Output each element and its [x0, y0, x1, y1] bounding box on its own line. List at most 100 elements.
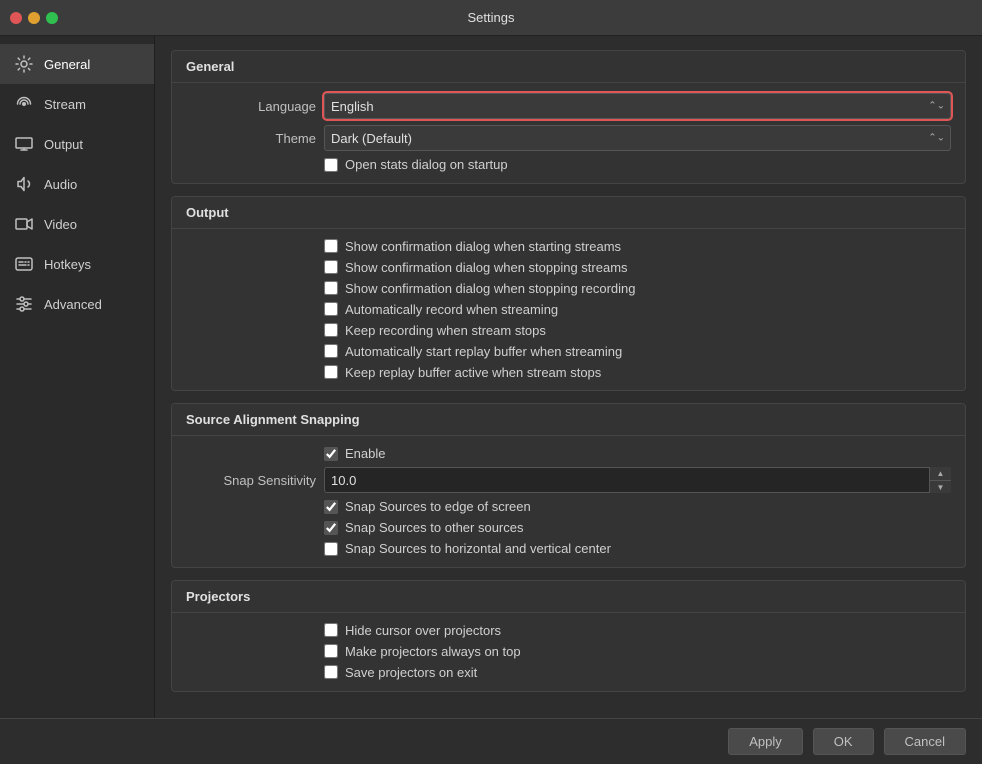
general-section: General Language English Theme Dark (Def… — [171, 50, 966, 184]
sidebar-item-audio[interactable]: Audio — [0, 164, 154, 204]
spinbox-up[interactable]: ▲ — [930, 467, 951, 481]
general-icon — [14, 54, 34, 74]
maximize-button[interactable] — [46, 12, 58, 24]
audio-icon — [14, 174, 34, 194]
always-top-row: Make projectors always on top — [186, 644, 951, 659]
language-row: Language English — [186, 93, 951, 119]
output-section-body: Show confirmation dialog when starting s… — [172, 229, 965, 391]
open-stats-label: Open stats dialog on startup — [345, 157, 508, 172]
sidebar-item-advanced[interactable]: Advanced — [0, 284, 154, 324]
main-content: General Language English Theme Dark (Def… — [155, 36, 982, 718]
snapping-section-body: Enable Snap Sensitivity ▲ ▼ Snap Sources… — [172, 436, 965, 568]
open-stats-checkbox[interactable] — [324, 158, 338, 172]
sidebar: General Stream Output — [0, 36, 155, 718]
keep-replay-checkbox[interactable] — [324, 365, 338, 379]
sidebar-item-video[interactable]: Video — [0, 204, 154, 244]
theme-label: Theme — [186, 131, 316, 146]
output-section: Output Show confirmation dialog when sta… — [171, 196, 966, 391]
auto-record-label: Automatically record when streaming — [345, 302, 558, 317]
sidebar-item-output[interactable]: Output — [0, 124, 154, 164]
snap-center-checkbox[interactable] — [324, 542, 338, 556]
sidebar-label-audio: Audio — [44, 177, 77, 192]
confirm-stop-checkbox[interactable] — [324, 260, 338, 274]
theme-row: Theme Dark (Default) — [186, 125, 951, 151]
confirm-start-label: Show confirmation dialog when starting s… — [345, 239, 621, 254]
sensitivity-input[interactable] — [324, 467, 951, 493]
keep-recording-checkbox[interactable] — [324, 323, 338, 337]
output-checkbox-row-1: Show confirmation dialog when stopping s… — [186, 260, 951, 275]
save-exit-label: Save projectors on exit — [345, 665, 477, 680]
keep-replay-label: Keep replay buffer active when stream st… — [345, 365, 601, 380]
auto-record-checkbox[interactable] — [324, 302, 338, 316]
output-checkbox-row-6: Keep replay buffer active when stream st… — [186, 365, 951, 380]
minimize-button[interactable] — [28, 12, 40, 24]
output-checkbox-row-0: Show confirmation dialog when starting s… — [186, 239, 951, 254]
always-top-label: Make projectors always on top — [345, 644, 521, 659]
spinbox-arrows: ▲ ▼ — [929, 467, 951, 493]
projectors-section: Projectors Hide cursor over projectors M… — [171, 580, 966, 692]
output-icon — [14, 134, 34, 154]
cancel-button[interactable]: Cancel — [884, 728, 966, 755]
sensitivity-row: Snap Sensitivity ▲ ▼ — [186, 467, 951, 493]
sidebar-item-stream[interactable]: Stream — [0, 84, 154, 124]
sidebar-item-general[interactable]: General — [0, 44, 154, 84]
title-bar: Settings — [0, 0, 982, 36]
sidebar-label-general: General — [44, 57, 90, 72]
hide-cursor-row: Hide cursor over projectors — [186, 623, 951, 638]
sensitivity-spinbox[interactable]: ▲ ▼ — [324, 467, 951, 493]
confirm-stop-label: Show confirmation dialog when stopping s… — [345, 260, 628, 275]
general-section-header: General — [172, 51, 965, 83]
snap-sources-checkbox[interactable] — [324, 521, 338, 535]
output-section-header: Output — [172, 197, 965, 229]
confirm-stop-rec-label: Show confirmation dialog when stopping r… — [345, 281, 636, 296]
snap-edge-checkbox[interactable] — [324, 500, 338, 514]
keep-recording-label: Keep recording when stream stops — [345, 323, 546, 338]
traffic-lights — [10, 12, 58, 24]
confirm-stop-rec-checkbox[interactable] — [324, 281, 338, 295]
output-checkbox-row-5: Automatically start replay buffer when s… — [186, 344, 951, 359]
language-select-wrapper[interactable]: English — [324, 93, 951, 119]
always-top-checkbox[interactable] — [324, 644, 338, 658]
sidebar-label-advanced: Advanced — [44, 297, 102, 312]
output-checkbox-row-4: Keep recording when stream stops — [186, 323, 951, 338]
hide-cursor-label: Hide cursor over projectors — [345, 623, 501, 638]
sidebar-label-output: Output — [44, 137, 83, 152]
window-title: Settings — [468, 10, 515, 25]
snap-edge-label: Snap Sources to edge of screen — [345, 499, 531, 514]
language-label: Language — [186, 99, 316, 114]
sidebar-label-hotkeys: Hotkeys — [44, 257, 91, 272]
output-checkbox-row-2: Show confirmation dialog when stopping r… — [186, 281, 951, 296]
sidebar-label-stream: Stream — [44, 97, 86, 112]
spinbox-down[interactable]: ▼ — [930, 481, 951, 494]
snap-sources-row: Snap Sources to other sources — [186, 520, 951, 535]
enable-snap-label: Enable — [345, 446, 385, 461]
video-icon — [14, 214, 34, 234]
auto-replay-label: Automatically start replay buffer when s… — [345, 344, 622, 359]
projectors-section-header: Projectors — [172, 581, 965, 613]
apply-button[interactable]: Apply — [728, 728, 803, 755]
stream-icon — [14, 94, 34, 114]
save-exit-checkbox[interactable] — [324, 665, 338, 679]
output-checkbox-row-3: Automatically record when streaming — [186, 302, 951, 317]
sidebar-item-hotkeys[interactable]: Hotkeys — [0, 244, 154, 284]
enable-snap-row: Enable — [186, 446, 951, 461]
bottom-bar: Apply OK Cancel — [0, 718, 982, 764]
sidebar-label-video: Video — [44, 217, 77, 232]
hotkeys-icon — [14, 254, 34, 274]
theme-select[interactable]: Dark (Default) — [324, 125, 951, 151]
auto-replay-checkbox[interactable] — [324, 344, 338, 358]
close-button[interactable] — [10, 12, 22, 24]
hide-cursor-checkbox[interactable] — [324, 623, 338, 637]
projectors-section-body: Hide cursor over projectors Make project… — [172, 613, 965, 692]
snap-center-row: Snap Sources to horizontal and vertical … — [186, 541, 951, 556]
language-select[interactable]: English — [324, 93, 951, 119]
snapping-section: Source Alignment Snapping Enable Snap Se… — [171, 403, 966, 568]
ok-button[interactable]: OK — [813, 728, 874, 755]
theme-select-wrapper[interactable]: Dark (Default) — [324, 125, 951, 151]
confirm-start-checkbox[interactable] — [324, 239, 338, 253]
enable-snap-checkbox[interactable] — [324, 447, 338, 461]
sensitivity-label: Snap Sensitivity — [186, 473, 316, 488]
advanced-icon — [14, 294, 34, 314]
snap-center-label: Snap Sources to horizontal and vertical … — [345, 541, 611, 556]
open-stats-row: Open stats dialog on startup — [186, 157, 951, 172]
